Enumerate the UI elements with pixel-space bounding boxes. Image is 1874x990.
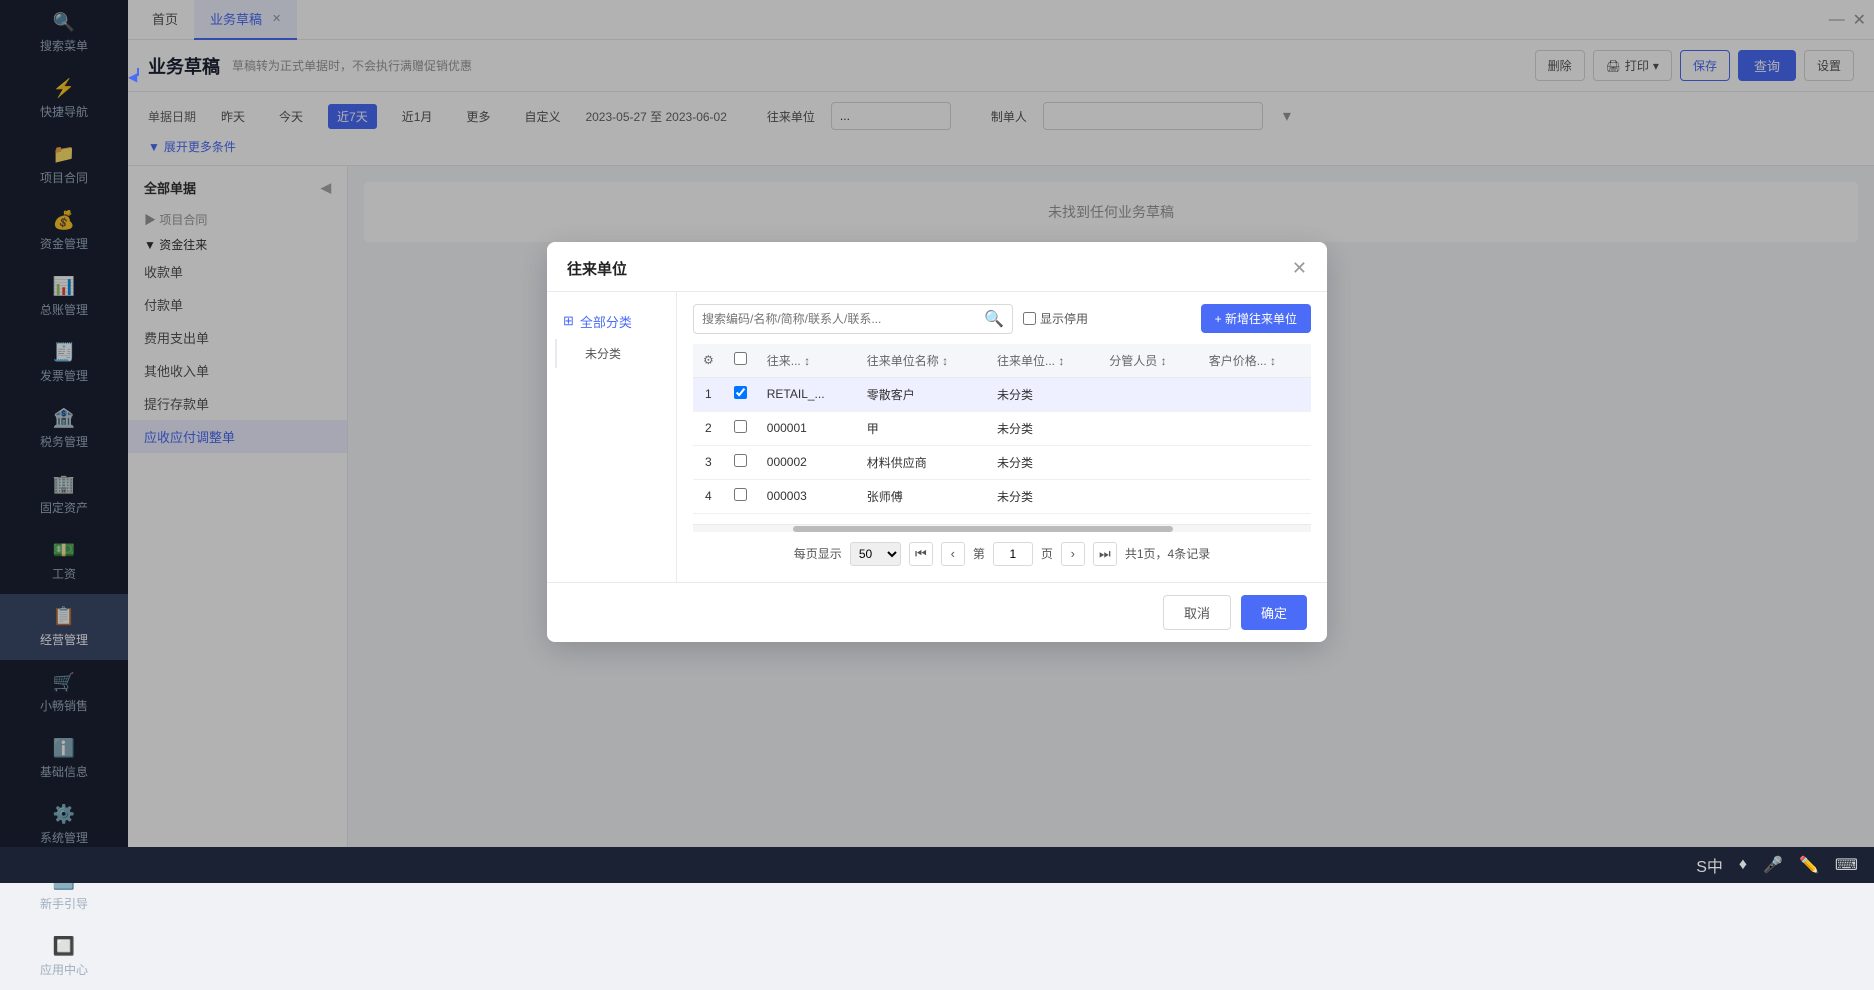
col-header-salesman[interactable]: 分管人员 ↕ (1099, 344, 1198, 378)
row-check-2[interactable] (724, 411, 757, 445)
row-cat-1: 未分类 (987, 377, 1099, 411)
row-num-4: 4 (693, 479, 724, 513)
dialog-footer: 取消 确定 (547, 582, 1327, 642)
row-sales-3 (1099, 445, 1198, 479)
row-name-1: 零散客户 (857, 377, 987, 411)
partner-dialog: 往来单位 ✕ ⊞ 全部分类 未分类 ◀ (547, 242, 1327, 642)
modal-overlay: 往来单位 ✕ ⊞ 全部分类 未分类 ◀ (0, 0, 1874, 883)
row-price-3 (1199, 445, 1311, 479)
row-sales-4 (1099, 479, 1198, 513)
uncategorized-section: 未分类 (555, 339, 676, 368)
row-price-4 (1199, 479, 1311, 513)
row-check-4[interactable] (724, 479, 757, 513)
row-sales-2 (1099, 411, 1198, 445)
col-header-price[interactable]: 客户价格... ↕ (1199, 344, 1311, 378)
dialog-nav-uncategorized[interactable]: 未分类 (565, 339, 676, 368)
search-input[interactable] (702, 312, 978, 326)
pagination: 每页显示 50 20 100 ⏮ ‹ 第 页 › ⏭ 共1页，4条记录 (693, 532, 1311, 570)
scroll-thumb[interactable] (793, 526, 1173, 532)
keyboard-icon[interactable]: ⌨ (1835, 855, 1858, 875)
row-name-4: 张师傅 (857, 479, 987, 513)
current-page-input[interactable] (993, 542, 1033, 566)
ime-indicator[interactable]: S中 (1696, 853, 1723, 877)
row-check-1[interactable] (724, 377, 757, 411)
row-price-2 (1199, 411, 1311, 445)
table-row[interactable]: 4 000003 张师傅 未分类 (693, 479, 1311, 513)
table-row[interactable]: 2 000001 甲 未分类 (693, 411, 1311, 445)
row-cat-3: 未分类 (987, 445, 1099, 479)
search-box: 🔍 (693, 304, 1013, 334)
table-row[interactable]: 3 000002 材料供应商 未分类 (693, 445, 1311, 479)
row-code-1: RETAIL_... (757, 377, 857, 411)
app-center-icon: 🔲 (53, 936, 75, 957)
row-code-3: 000002 (757, 445, 857, 479)
page-label-pre: 第 (973, 545, 985, 562)
dialog-body: ⊞ 全部分类 未分类 ◀ 🔍 (547, 292, 1327, 582)
search-icon: 🔍 (984, 309, 1004, 329)
row-num-3: 3 (693, 445, 724, 479)
horizontal-scrollbar[interactable] (693, 524, 1311, 532)
dialog-right-content: 🔍 显示停用 + 新增往来单位 ⚙ (677, 292, 1327, 582)
add-partner-button[interactable]: + 新增往来单位 (1201, 304, 1311, 333)
cancel-button[interactable]: 取消 (1163, 595, 1231, 630)
dialog-left-nav: ⊞ 全部分类 未分类 ◀ (547, 292, 677, 582)
show-disabled-label[interactable]: 显示停用 (1023, 310, 1088, 327)
row-sales-1 (1099, 377, 1198, 411)
mic-icon[interactable]: 🎤 (1763, 855, 1783, 875)
table-header: ⚙ 往来... ↕ 往来单位名称 ↕ 往来单位... ↕ (693, 344, 1311, 378)
diamond-icon[interactable]: ♦ (1739, 856, 1747, 874)
prev-page-btn[interactable]: ‹ (941, 542, 965, 566)
show-disabled-checkbox[interactable] (1023, 312, 1036, 325)
partner-table: ⚙ 往来... ↕ 往来单位名称 ↕ 往来单位... ↕ (693, 344, 1311, 514)
row-name-2: 甲 (857, 411, 987, 445)
dialog-title: 往来单位 (567, 258, 627, 279)
table-wrapper: ⚙ 往来... ↕ 往来单位名称 ↕ 往来单位... ↕ (693, 344, 1311, 524)
first-page-btn[interactable]: ⏮ (909, 542, 933, 566)
confirm-button[interactable]: 确定 (1241, 595, 1307, 630)
select-all-checkbox[interactable] (734, 352, 747, 365)
row-cat-4: 未分类 (987, 479, 1099, 513)
bottom-bar: S中 ♦ 🎤 ✏️ ⌨ (0, 847, 1874, 883)
row-code-4: 000003 (757, 479, 857, 513)
dialog-close-button[interactable]: ✕ (1292, 258, 1307, 279)
total-info: 共1页，4条记录 (1125, 545, 1210, 562)
last-page-btn[interactable]: ⏭ (1093, 542, 1117, 566)
page-label-post: 页 (1041, 545, 1053, 562)
row-check-3[interactable] (724, 445, 757, 479)
row-cat-2: 未分类 (987, 411, 1099, 445)
col-header-code[interactable]: 往来... ↕ (757, 344, 857, 378)
collapse-btn[interactable]: ◀ (128, 68, 139, 76)
table-row[interactable]: 1 RETAIL_... 零散客户 未分类 (693, 377, 1311, 411)
row-code-2: 000001 (757, 411, 857, 445)
col-header-name[interactable]: 往来单位名称 ↕ (857, 344, 987, 378)
dialog-header: 往来单位 ✕ (547, 242, 1327, 292)
dialog-toolbar: 🔍 显示停用 + 新增往来单位 (693, 304, 1311, 334)
row-price-1 (1199, 377, 1311, 411)
per-page-label: 每页显示 (794, 545, 842, 562)
col-header-checkbox[interactable] (724, 344, 757, 378)
col-header-settings[interactable]: ⚙ (693, 344, 724, 378)
next-page-btn[interactable]: › (1061, 542, 1085, 566)
row-num-2: 2 (693, 411, 724, 445)
grid-icon: ⊞ (563, 313, 574, 329)
per-page-select[interactable]: 50 20 100 (850, 542, 901, 566)
table-body: 1 RETAIL_... 零散客户 未分类 2 (693, 377, 1311, 513)
sidebar-item-app-center[interactable]: 🔲 应用中心 (0, 924, 128, 990)
edit-icon[interactable]: ✏️ (1799, 855, 1819, 875)
row-name-3: 材料供应商 (857, 445, 987, 479)
col-header-category[interactable]: 往来单位... ↕ (987, 344, 1099, 378)
row-num-1: 1 (693, 377, 724, 411)
dialog-nav-all-categories[interactable]: ⊞ 全部分类 (547, 304, 676, 339)
